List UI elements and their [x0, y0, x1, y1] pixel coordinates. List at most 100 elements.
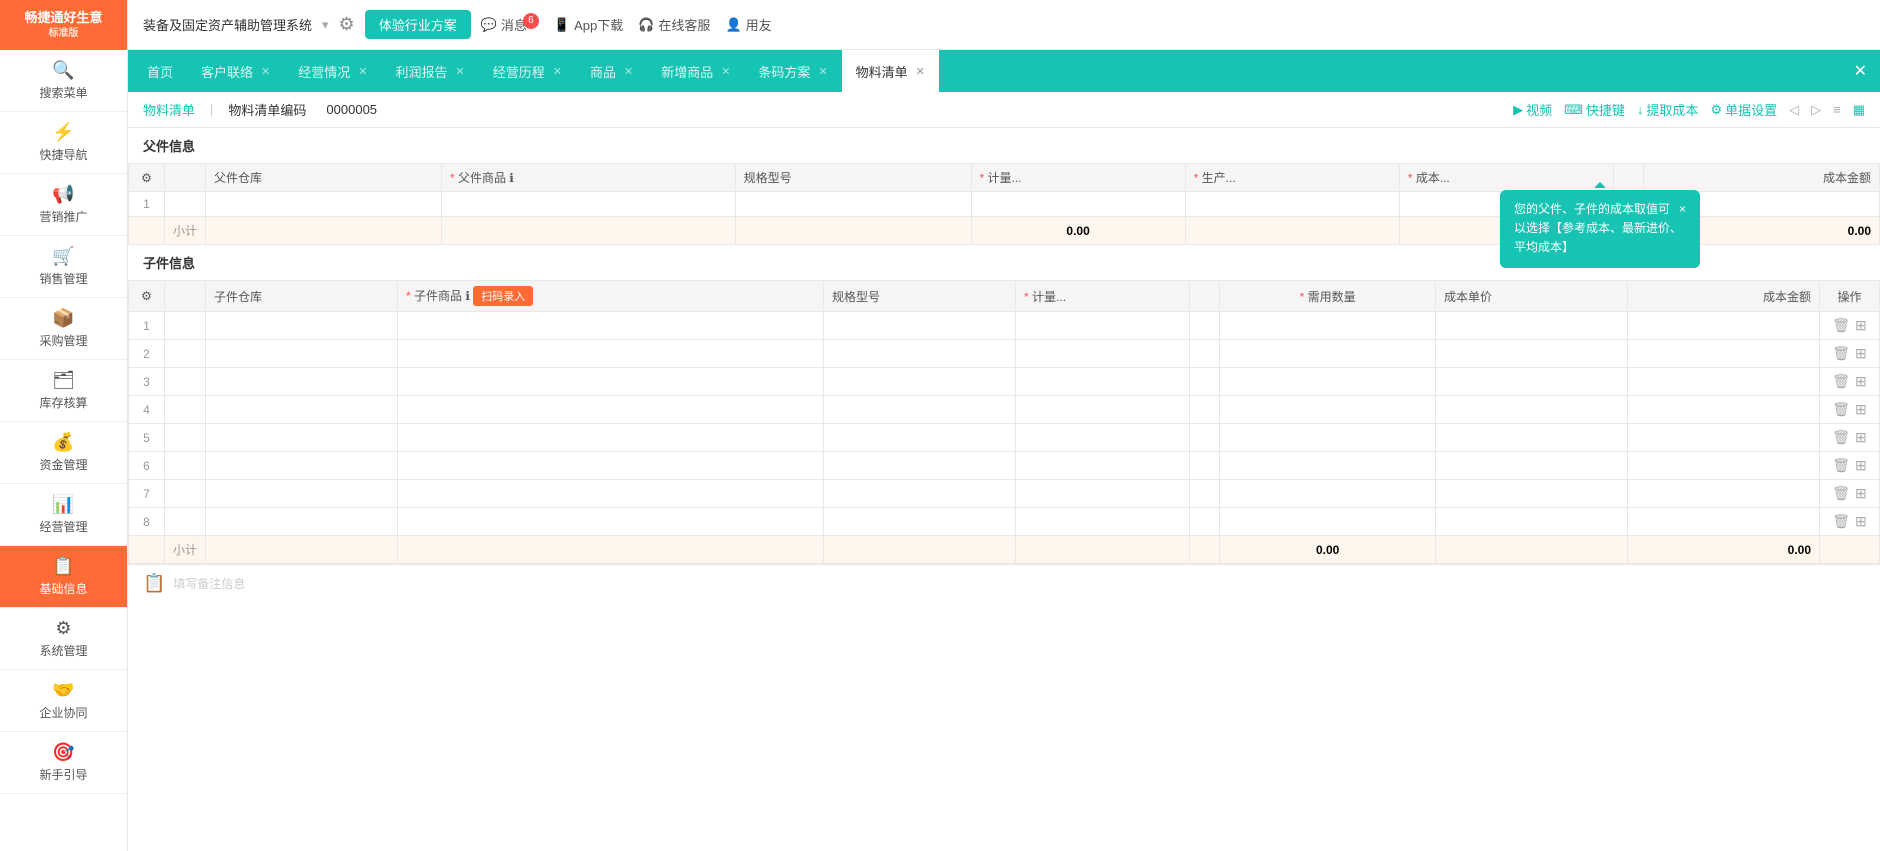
child-row-5-spec[interactable]	[824, 424, 1016, 452]
note-placeholder[interactable]: 填写备注信息	[173, 575, 245, 592]
delete-icon-8[interactable]: 🗑	[1832, 513, 1850, 530]
tab-profit_report[interactable]: 利润报告✕	[381, 50, 478, 92]
sidebar-item-quicknav[interactable]: ⚡快捷导航	[0, 112, 127, 174]
child-row-7-unit[interactable]	[1016, 480, 1190, 508]
child-row-6-warehouse[interactable]	[206, 452, 398, 480]
child-row-8-cost-amount[interactable]	[1627, 508, 1819, 536]
child-row-4-goods[interactable]	[398, 396, 824, 424]
user-menu[interactable]: 👤 用友	[725, 15, 771, 34]
parent-row-1-warehouse[interactable]	[206, 192, 442, 217]
tab-operation_history[interactable]: 经营历程✕	[479, 50, 576, 92]
delete-icon-6[interactable]: 🗑	[1832, 457, 1850, 474]
child-row-2-goods[interactable]	[398, 340, 824, 368]
copy-icon-4[interactable]: ⊞	[1855, 401, 1867, 418]
tab-close-bom[interactable]: ✕	[916, 65, 925, 78]
breadcrumb-parent[interactable]: 物料清单	[143, 100, 195, 119]
child-col-settings[interactable]: ⚙	[129, 281, 165, 312]
delete-icon-4[interactable]: 🗑	[1832, 401, 1850, 418]
child-row-7-qty[interactable]	[1220, 480, 1436, 508]
nav-next-btn[interactable]: ▷	[1811, 102, 1821, 118]
tab-barcode[interactable]: 条码方案✕	[744, 50, 841, 92]
scan-btn[interactable]: 扫码录入	[473, 286, 533, 306]
parent-row-1-unit[interactable]	[971, 192, 1185, 217]
child-row-1-warehouse[interactable]	[206, 312, 398, 340]
child-row-4-cost-unit[interactable]	[1435, 396, 1627, 424]
child-row-2-unit[interactable]	[1016, 340, 1190, 368]
child-row-6-spec[interactable]	[824, 452, 1016, 480]
child-row-1-goods[interactable]	[398, 312, 824, 340]
child-row-1-unit[interactable]	[1016, 312, 1190, 340]
child-row-2-cost-amount[interactable]	[1627, 340, 1819, 368]
copy-icon-2[interactable]: ⊞	[1855, 345, 1867, 362]
child-row-8-cost-unit[interactable]	[1435, 508, 1627, 536]
child-row-5-cost-amount[interactable]	[1627, 424, 1819, 452]
child-row-6-cost-amount[interactable]	[1627, 452, 1819, 480]
sidebar-item-finance[interactable]: 💰资金管理	[0, 422, 127, 484]
child-row-6-goods[interactable]	[398, 452, 824, 480]
child-row-2-warehouse[interactable]	[206, 340, 398, 368]
copy-icon-3[interactable]: ⊞	[1855, 373, 1867, 390]
parent-row-1-goods[interactable]	[441, 192, 735, 217]
copy-icon-1[interactable]: ⊞	[1855, 317, 1867, 334]
sidebar-item-basic[interactable]: 📋基础信息	[0, 546, 127, 608]
delete-icon-1[interactable]: 🗑	[1832, 317, 1850, 334]
tooltip-close-btn[interactable]: ×	[1679, 200, 1686, 219]
child-row-4-warehouse[interactable]	[206, 396, 398, 424]
parent-row-1-spec[interactable]	[735, 192, 971, 217]
tab-close-goods[interactable]: ✕	[624, 65, 633, 78]
child-row-7-cost-unit[interactable]	[1435, 480, 1627, 508]
child-row-6-unit[interactable]	[1016, 452, 1190, 480]
sidebar-item-inventory[interactable]: 🗂库存核算	[0, 360, 127, 422]
shortcut-btn[interactable]: ⌨ 快捷键	[1564, 100, 1625, 119]
copy-icon-7[interactable]: ⊞	[1855, 485, 1867, 502]
child-row-2-spec[interactable]	[824, 340, 1016, 368]
child-row-5-unit[interactable]	[1016, 424, 1190, 452]
parent-col-settings[interactable]: ⚙	[129, 164, 165, 192]
tab-customer[interactable]: 客户联络✕	[187, 50, 284, 92]
child-row-3-goods[interactable]	[398, 368, 824, 396]
child-row-3-spec[interactable]	[824, 368, 1016, 396]
child-row-6-cost-unit[interactable]	[1435, 452, 1627, 480]
tab-bom[interactable]: 物料清单✕	[842, 50, 939, 92]
child-row-1-qty[interactable]	[1220, 312, 1436, 340]
nav-prev-btn[interactable]: ◁	[1789, 102, 1799, 118]
child-row-5-goods[interactable]	[398, 424, 824, 452]
extract-cost-btn[interactable]: ↓ 提取成本	[1637, 100, 1699, 119]
online-service-btn[interactable]: 🎧 在线客服	[638, 15, 710, 34]
child-row-7-warehouse[interactable]	[206, 480, 398, 508]
child-row-8-spec[interactable]	[824, 508, 1016, 536]
child-row-3-qty[interactable]	[1220, 368, 1436, 396]
child-row-6-qty[interactable]	[1220, 452, 1436, 480]
tab-new_goods[interactable]: 新增商品✕	[647, 50, 744, 92]
child-row-7-spec[interactable]	[824, 480, 1016, 508]
child-row-1-cost-unit[interactable]	[1435, 312, 1627, 340]
delete-icon-3[interactable]: 🗑	[1832, 373, 1850, 390]
copy-icon-5[interactable]: ⊞	[1855, 429, 1867, 446]
view-btn[interactable]: ▶ 视频	[1513, 100, 1552, 119]
sidebar-item-search[interactable]: 🔍搜索菜单	[0, 50, 127, 112]
tab-close-profit_report[interactable]: ✕	[456, 65, 465, 78]
tab-home[interactable]: 首页	[133, 50, 187, 92]
sidebar-item-coop[interactable]: 🤝企业协同	[0, 670, 127, 732]
tab-close-operation_status[interactable]: ✕	[358, 65, 367, 78]
child-row-1-cost-amount[interactable]	[1627, 312, 1819, 340]
tab-operation_status[interactable]: 经营情况✕	[284, 50, 381, 92]
sidebar-item-operation[interactable]: 📊经营管理	[0, 484, 127, 546]
child-row-3-cost-amount[interactable]	[1627, 368, 1819, 396]
single-settings-btn[interactable]: ⚙ 单据设置	[1710, 100, 1777, 119]
grid-view-btn[interactable]: ≡	[1833, 102, 1841, 117]
child-row-4-cost-amount[interactable]	[1627, 396, 1819, 424]
child-row-3-cost-unit[interactable]	[1435, 368, 1627, 396]
child-row-2-qty[interactable]	[1220, 340, 1436, 368]
tab-close-new_goods[interactable]: ✕	[721, 65, 730, 78]
child-row-8-unit[interactable]	[1016, 508, 1190, 536]
child-row-3-warehouse[interactable]	[206, 368, 398, 396]
close-tab-btn[interactable]: ✕	[1846, 61, 1875, 81]
sidebar-item-marketing[interactable]: 📢营销推广	[0, 174, 127, 236]
child-row-3-unit[interactable]	[1016, 368, 1190, 396]
app-download-btn[interactable]: 📱 App下载	[554, 15, 623, 34]
trial-btn[interactable]: 体验行业方案	[365, 10, 471, 39]
tab-close-operation_history[interactable]: ✕	[553, 65, 562, 78]
copy-icon-6[interactable]: ⊞	[1855, 457, 1867, 474]
tab-close-customer[interactable]: ✕	[261, 65, 270, 78]
